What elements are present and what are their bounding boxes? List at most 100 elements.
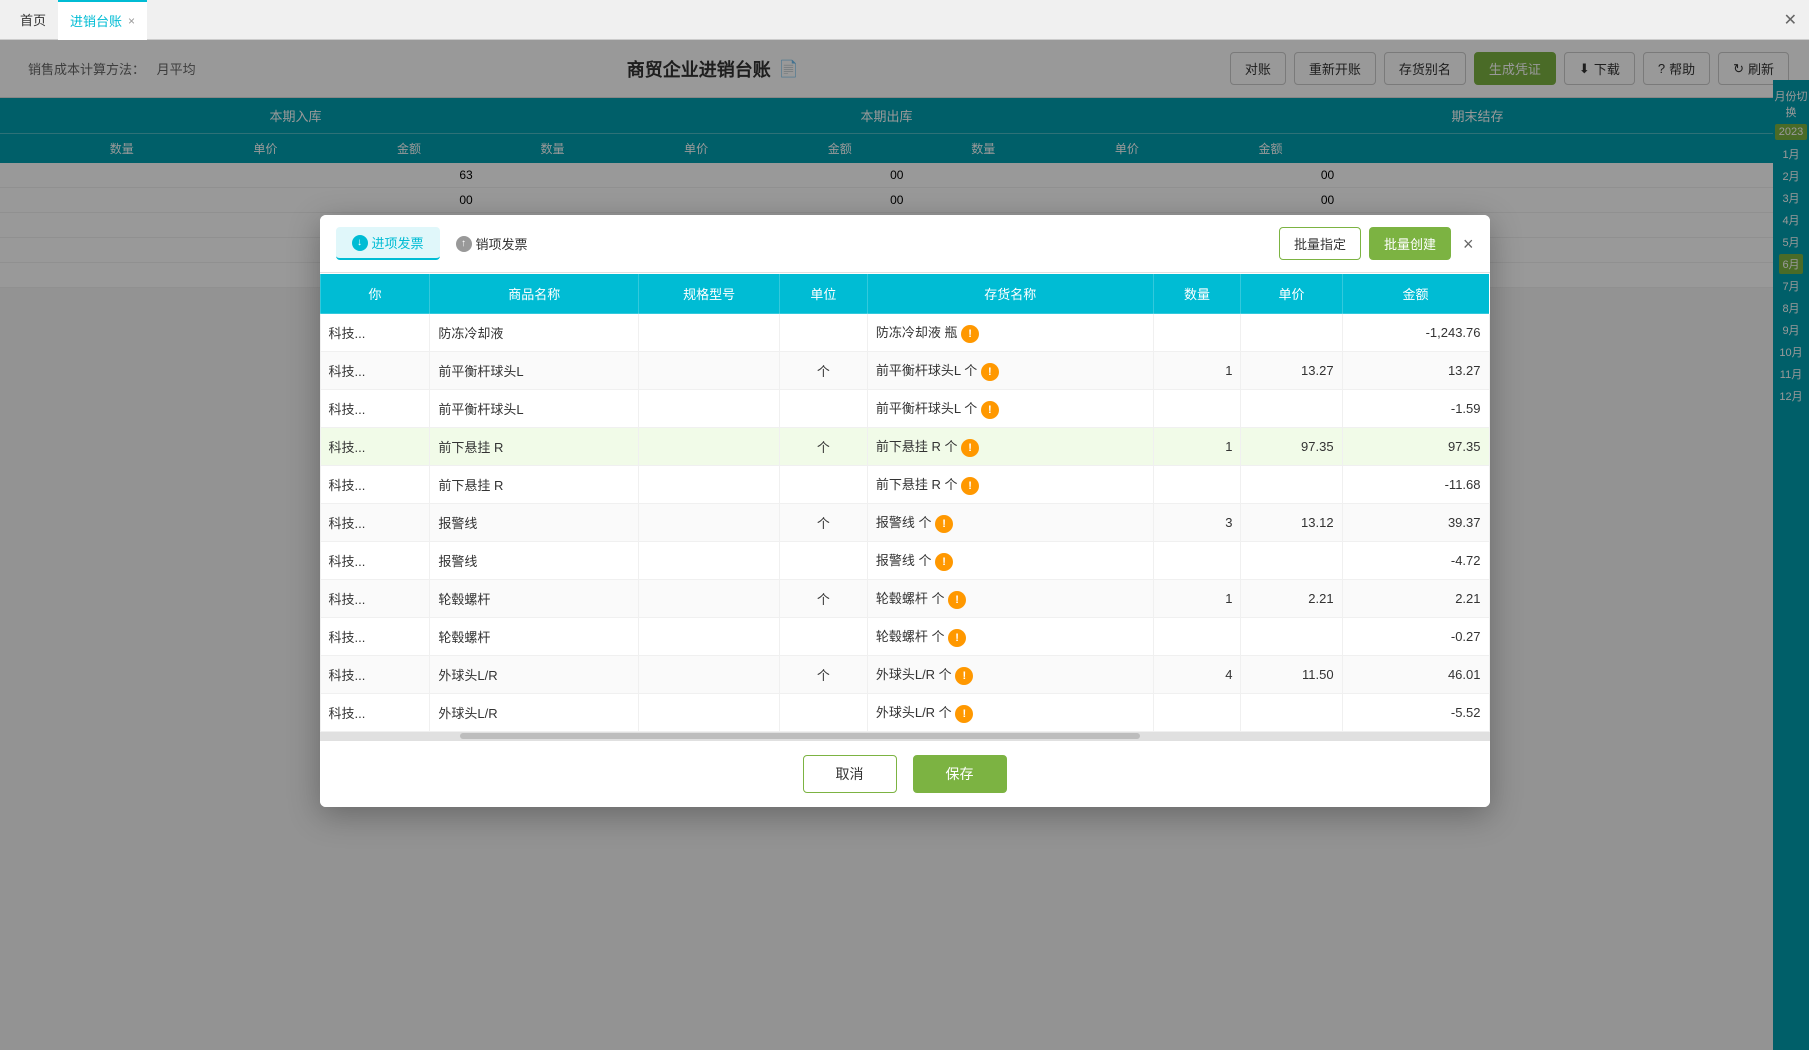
tab-ledger[interactable]: 进销台账 × xyxy=(58,0,147,40)
warning-icon[interactable]: ! xyxy=(961,325,979,343)
table-cell xyxy=(780,618,868,656)
inventory-cell: 轮毂螺杆 个 ! xyxy=(867,580,1153,618)
table-row: 科技...前下悬挂 R个前下悬挂 R 个 !197.3597.35 xyxy=(320,428,1489,466)
table-row: 科技...前平衡杆球头L前平衡杆球头L 个 !-1.59 xyxy=(320,390,1489,428)
modal-header-actions: 批量指定 批量创建 xyxy=(1279,227,1451,260)
table-cell xyxy=(780,390,868,428)
table-row: 科技...防冻冷却液防冻冷却液 瓶 !-1,243.76 xyxy=(320,314,1489,352)
table-row: 科技...报警线报警线 个 !-4.72 xyxy=(320,542,1489,580)
btn-cancel[interactable]: 取消 xyxy=(803,755,897,793)
tab-ledger-label: 进销台账 xyxy=(70,11,122,30)
table-cell: 前平衡杆球头L xyxy=(430,390,639,428)
tab-home[interactable]: 首页 xyxy=(8,0,58,40)
inventory-cell: 外球头L/R 个 ! xyxy=(867,694,1153,732)
modal-close-button[interactable]: × xyxy=(1463,235,1474,253)
table-cell: 1 xyxy=(1153,428,1241,466)
modal-tab-outbound[interactable]: ↑ 销项发票 xyxy=(440,228,544,259)
window-close-button[interactable]: ✕ xyxy=(1784,10,1797,30)
btn-batch-assign[interactable]: 批量指定 xyxy=(1279,227,1361,260)
table-cell: 报警线 xyxy=(430,542,639,580)
table-cell xyxy=(1153,314,1241,352)
warning-icon[interactable]: ! xyxy=(981,363,999,381)
table-cell xyxy=(1153,390,1241,428)
table-row: 科技...轮毂螺杆个轮毂螺杆 个 !12.212.21 xyxy=(320,580,1489,618)
table-cell xyxy=(639,694,780,732)
modal-tab-inbound[interactable]: ↓ 进项发票 xyxy=(336,227,440,260)
inbound-tab-icon: ↓ xyxy=(352,235,368,251)
tab-ledger-close[interactable]: × xyxy=(128,14,135,28)
col-header-price: 单价 xyxy=(1241,274,1342,314)
table-cell: 科技... xyxy=(320,504,430,542)
table-cell xyxy=(1241,542,1342,580)
col-header-amount: 金额 xyxy=(1342,274,1489,314)
table-cell xyxy=(780,694,868,732)
table-cell xyxy=(1153,542,1241,580)
table-cell xyxy=(639,656,780,694)
tab-home-label: 首页 xyxy=(20,10,46,29)
inventory-cell: 前平衡杆球头L 个 ! xyxy=(867,390,1153,428)
table-cell xyxy=(639,542,780,580)
table-cell xyxy=(1241,694,1342,732)
table-cell xyxy=(1241,466,1342,504)
table-cell: 2.21 xyxy=(1241,580,1342,618)
table-cell xyxy=(780,542,868,580)
table-cell xyxy=(1153,618,1241,656)
table-row: 科技...前平衡杆球头L个前平衡杆球头L 个 !113.2713.27 xyxy=(320,352,1489,390)
table-cell: 97.35 xyxy=(1342,428,1489,466)
warning-icon[interactable]: ! xyxy=(955,667,973,685)
table-cell: 科技... xyxy=(320,656,430,694)
modal-dialog: ↓ 进项发票 ↑ 销项发票 批量指定 批量创建 × 你 商品名称 规格型号 xyxy=(320,215,1490,807)
tab-bar: 首页 进销台账 × ✕ xyxy=(0,0,1809,40)
table-cell: 报警线 xyxy=(430,504,639,542)
table-cell: -11.68 xyxy=(1342,466,1489,504)
inventory-cell: 前下悬挂 R 个 ! xyxy=(867,466,1153,504)
btn-save[interactable]: 保存 xyxy=(913,755,1007,793)
table-cell: 科技... xyxy=(320,618,430,656)
warning-icon[interactable]: ! xyxy=(948,591,966,609)
outbound-tab-label: 销项发票 xyxy=(476,234,528,253)
table-cell: -4.72 xyxy=(1342,542,1489,580)
scrollbar-thumb[interactable] xyxy=(460,733,1140,739)
warning-icon[interactable]: ! xyxy=(935,553,953,571)
warning-icon[interactable]: ! xyxy=(981,401,999,419)
col-header-inventory: 存货名称 xyxy=(867,274,1153,314)
table-cell: 前下悬挂 R xyxy=(430,466,639,504)
inventory-cell: 报警线 个 ! xyxy=(867,504,1153,542)
warning-icon[interactable]: ! xyxy=(948,629,966,647)
warning-icon[interactable]: ! xyxy=(955,705,973,723)
inventory-cell: 前平衡杆球头L 个 ! xyxy=(867,352,1153,390)
table-cell: 个 xyxy=(780,656,868,694)
table-cell: 科技... xyxy=(320,314,430,352)
warning-icon[interactable]: ! xyxy=(961,477,979,495)
btn-batch-create[interactable]: 批量创建 xyxy=(1369,227,1451,260)
warning-icon[interactable]: ! xyxy=(961,439,979,457)
table-cell xyxy=(639,466,780,504)
table-cell xyxy=(639,580,780,618)
table-cell: 个 xyxy=(780,580,868,618)
table-cell: 13.27 xyxy=(1342,352,1489,390)
table-cell: 46.01 xyxy=(1342,656,1489,694)
horizontal-scrollbar[interactable] xyxy=(320,732,1490,740)
table-row: 科技...前下悬挂 R 前下悬挂 R 个 ! -11.68 xyxy=(320,466,1489,504)
outbound-tab-icon: ↑ xyxy=(456,236,472,252)
table-cell xyxy=(780,466,868,504)
table-row: 科技...轮毂螺杆轮毂螺杆 个 !-0.27 xyxy=(320,618,1489,656)
table-cell: 科技... xyxy=(320,352,430,390)
table-cell xyxy=(1241,390,1342,428)
table-cell: -0.27 xyxy=(1342,618,1489,656)
table-cell: 科技... xyxy=(320,694,430,732)
table-cell: 科技... xyxy=(320,428,430,466)
col-header-quantity: 数量 xyxy=(1153,274,1241,314)
table-cell: -1,243.76 xyxy=(1342,314,1489,352)
table-cell: 前下悬挂 R xyxy=(430,428,639,466)
table-cell: 39.37 xyxy=(1342,504,1489,542)
warning-icon[interactable]: ! xyxy=(935,515,953,533)
table-cell xyxy=(1241,618,1342,656)
table-cell: 科技... xyxy=(320,466,430,504)
table-cell: 个 xyxy=(780,352,868,390)
table-cell: 13.27 xyxy=(1241,352,1342,390)
table-cell: 4 xyxy=(1153,656,1241,694)
table-cell: 外球头L/R xyxy=(430,656,639,694)
col-header-product: 商品名称 xyxy=(430,274,639,314)
table-cell: 科技... xyxy=(320,390,430,428)
